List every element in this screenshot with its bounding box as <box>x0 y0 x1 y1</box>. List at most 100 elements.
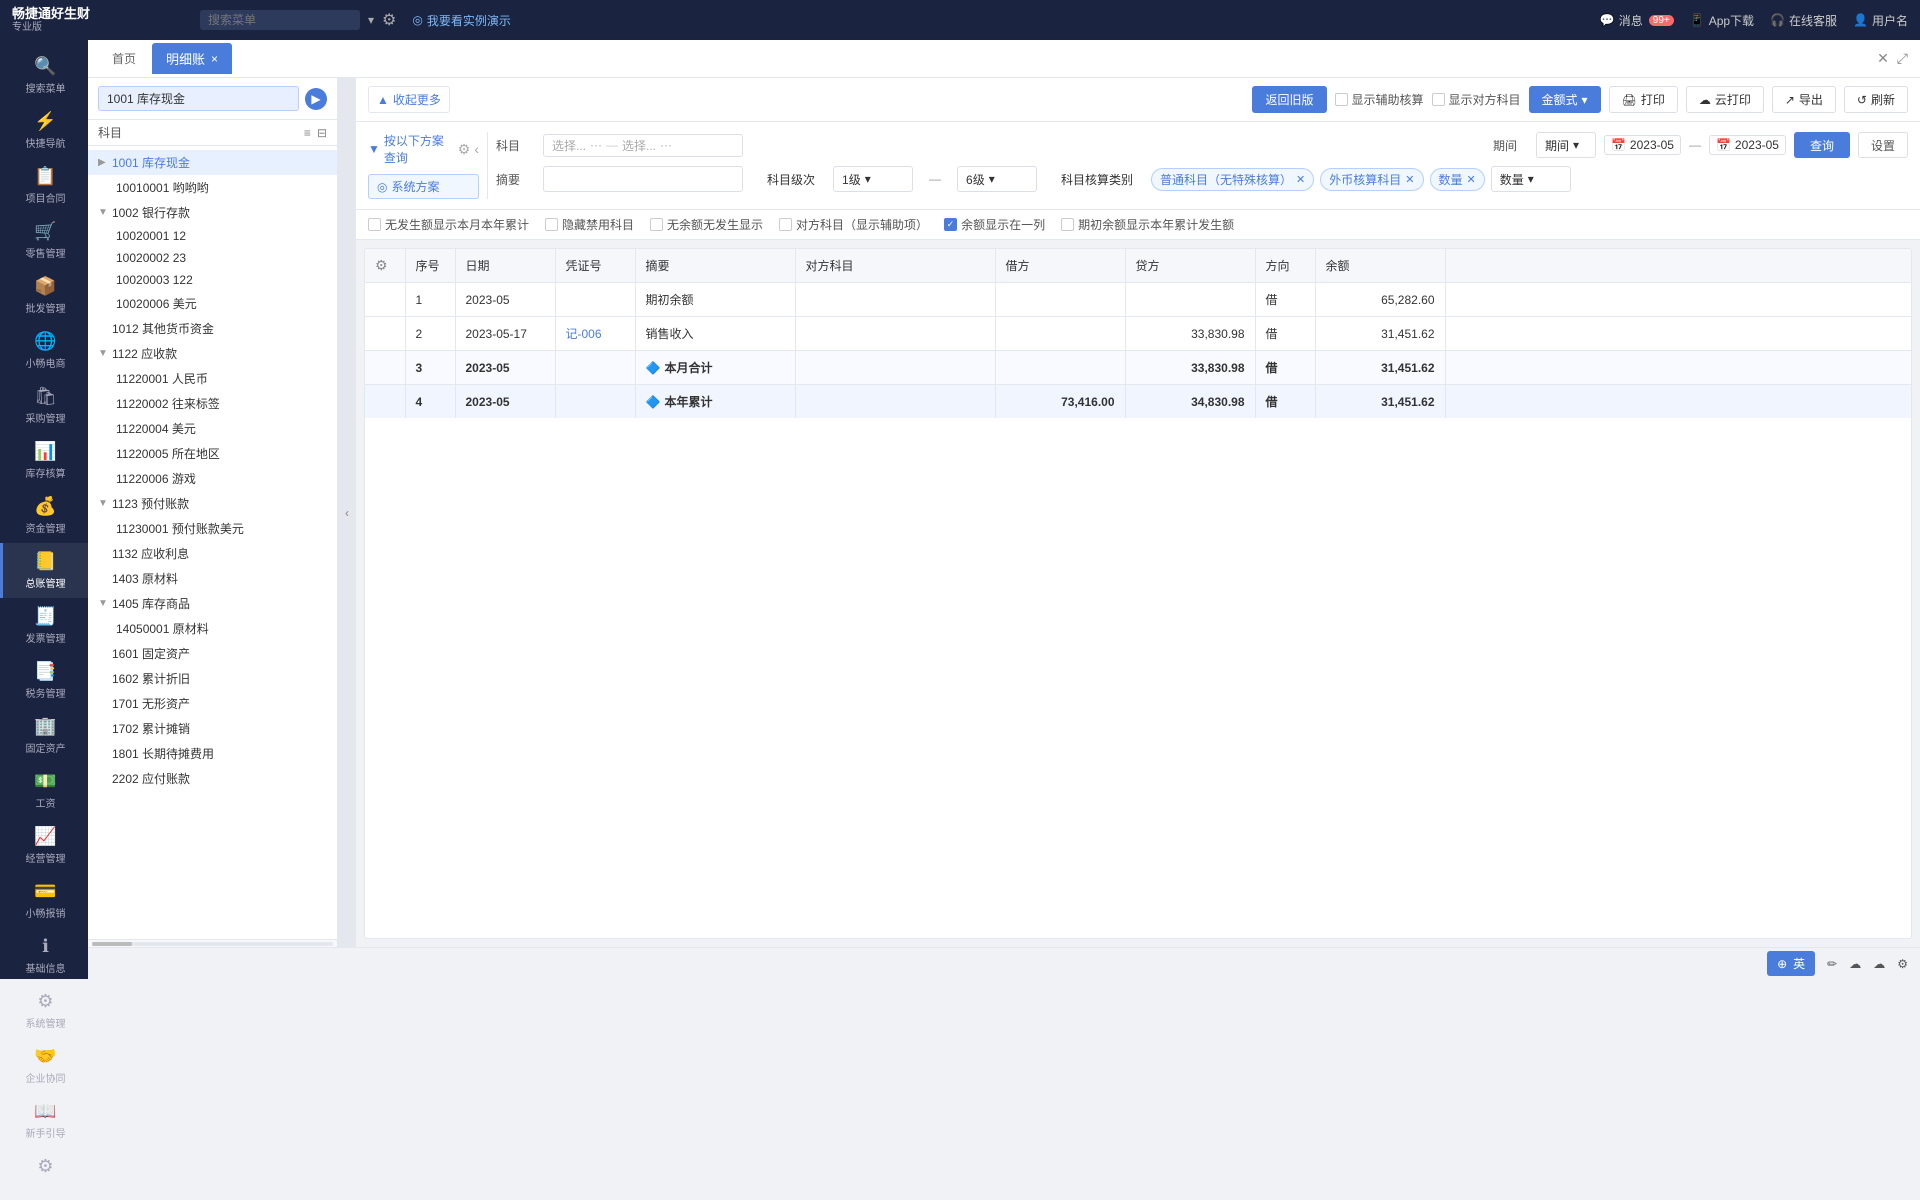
sidebar-item-base[interactable]: ℹ 基础信息 <box>0 928 88 983</box>
sidebar-item-project[interactable]: 📋 项目合同 <box>0 158 88 213</box>
amount-mode-btn[interactable]: 金额式 ▾ <box>1529 86 1601 113</box>
edit-icon-bar[interactable]: ✏ <box>1827 957 1837 971</box>
period-end-input[interactable]: 📅 2023-05 <box>1709 135 1786 155</box>
sidebar-item-guide[interactable]: 📖 新手引导 <box>19 1093 70 1148</box>
return-old-btn[interactable]: 返回旧版 <box>1252 86 1326 113</box>
tree-item-1001[interactable]: ▶ 1001 库存现金 <box>88 150 337 175</box>
sidebar-item-operations[interactable]: 📈 经营管理 <box>0 818 88 873</box>
aux-checkbox[interactable] <box>1335 93 1348 106</box>
tab-close-icon[interactable]: × <box>211 52 218 66</box>
period-start-input[interactable]: 📅 2023-05 <box>1604 135 1681 155</box>
contra-show-box[interactable] <box>779 218 792 231</box>
tag-2-remove[interactable]: ✕ <box>1405 173 1414 186</box>
tab-home[interactable]: 首页 <box>100 44 148 73</box>
filter-left-arrow-icon[interactable]: ‹ <box>474 141 479 157</box>
window-close-icon[interactable]: ✕ <box>1877 50 1889 67</box>
no-occurrence-box[interactable] <box>368 218 381 231</box>
quantity-dropdown[interactable]: 数量 ▾ <box>1491 166 1571 192</box>
level-from-select[interactable]: 1级 ▾ <box>833 166 913 192</box>
cloud-print-btn[interactable]: ☁ 云打印 <box>1686 86 1764 113</box>
user-avatar[interactable]: 👤 用户名 <box>1853 12 1908 29</box>
tree-item-11220004[interactable]: 11220004 美元 <box>88 416 337 441</box>
sidebar-item-enterprise[interactable]: 🤝 企业协同 <box>0 1038 88 1093</box>
filter-settings-icon[interactable]: ⚙ <box>458 141 471 158</box>
period-mode-select[interactable]: 期间 ▾ <box>1536 132 1596 158</box>
sidebar-item-wholesale[interactable]: 📦 批发管理 <box>0 268 88 323</box>
balance-one-col-box[interactable]: ✓ <box>944 218 957 231</box>
tree-item-10010001[interactable]: 10010001 哟哟哟 <box>88 175 337 200</box>
online-service-btn[interactable]: 🎧 在线客服 <box>1770 12 1837 29</box>
refresh-btn[interactable]: ↺ 刷新 <box>1844 86 1908 113</box>
no-balance-check[interactable]: 无余额无发生显示 <box>650 216 763 233</box>
sidebar-item-asset[interactable]: 🏢 固定资产 <box>0 708 88 763</box>
tree-item-1405[interactable]: ▼ 1405 库存商品 <box>88 591 337 616</box>
tree-item-10020003[interactable]: 10020003 122 <box>88 269 337 291</box>
sidebar-item-inventory[interactable]: 📊 库存核算 <box>0 433 88 488</box>
summary-input[interactable] <box>543 166 743 192</box>
tree-item-1702[interactable]: 1702 累计摊销 <box>88 716 337 741</box>
tree-item-1403[interactable]: 1403 原材料 <box>88 566 337 591</box>
message-btn[interactable]: 💬 消息 99+ <box>1600 12 1674 29</box>
navigate-arrow[interactable]: ▶ <box>305 88 327 110</box>
balance-one-col-check[interactable]: ✓ 余额显示在一列 <box>944 216 1045 233</box>
dropdown-icon[interactable]: ▾ <box>368 13 374 27</box>
tree-item-1012[interactable]: 1012 其他货币资金 <box>88 316 337 341</box>
tree-item-1601[interactable]: 1601 固定资产 <box>88 641 337 666</box>
tree-item-11220006[interactable]: 11220006 游戏 <box>88 466 337 491</box>
voucher-link-2[interactable]: 记-006 <box>566 327 602 341</box>
tab-ledger-detail[interactable]: 明细账 × <box>152 43 232 74</box>
panel-toggle[interactable]: ‹ <box>338 78 356 947</box>
sidebar-item-search[interactable]: 🔍 搜索菜单 <box>0 48 88 103</box>
sidebar-item-ecommerce[interactable]: 🌐 小畅电商 <box>0 323 88 378</box>
export-btn[interactable]: ↗ 导出 <box>1772 86 1836 113</box>
tree-item-11220001[interactable]: 11220001 人民币 <box>88 366 337 391</box>
system-scheme-btn[interactable]: ◎ 系统方案 <box>368 174 479 199</box>
print-btn[interactable]: 🖨 打印 <box>1609 86 1678 113</box>
tree-item-11230001[interactable]: 11230001 预付账款美元 <box>88 516 337 541</box>
no-occurrence-check[interactable]: 无发生额显示本月本年累计 <box>368 216 529 233</box>
collapse-tree-icon[interactable]: ⊟ <box>317 126 327 140</box>
tree-item-10020002[interactable]: 10020002 23 <box>88 247 337 269</box>
sidebar-item-tax[interactable]: 📑 税务管理 <box>0 653 88 708</box>
contra-checkbox[interactable] <box>1432 93 1445 106</box>
translate-btn[interactable]: ⊕ 英 <box>1767 951 1815 976</box>
tree-item-1602[interactable]: 1602 累计折旧 <box>88 666 337 691</box>
settings-icon-bar[interactable]: ⚙ <box>1897 957 1908 971</box>
table-settings-icon[interactable]: ⚙ <box>375 257 388 273</box>
app-download-btn[interactable]: 📱 App下载 <box>1690 12 1754 29</box>
tree-item-1132[interactable]: 1132 应收利息 <box>88 541 337 566</box>
tree-item-1002[interactable]: ▼ 1002 银行存款 <box>88 200 337 225</box>
tree-item-11220005[interactable]: 11220005 所在地区 <box>88 441 337 466</box>
tree-item-1122[interactable]: ▼ 1122 应收款 <box>88 341 337 366</box>
initial-amount-check[interactable]: 期初余额显示本年累计发生额 <box>1061 216 1234 233</box>
subject-select[interactable]: 选择... ··· — 选择... ··· <box>543 134 743 157</box>
query-btn[interactable]: 查询 <box>1794 132 1850 158</box>
tree-item-11220002[interactable]: 11220002 往来标签 <box>88 391 337 416</box>
sidebar-item-invoice[interactable]: 🧾 发票管理 <box>0 598 88 653</box>
tree-item-1701[interactable]: 1701 无形资产 <box>88 691 337 716</box>
no-balance-box[interactable] <box>650 218 663 231</box>
scrollbar-thumb[interactable] <box>92 942 132 946</box>
demo-link[interactable]: ◎ 我要看实例演示 <box>412 12 511 29</box>
filter-collapse-text[interactable]: 按以下方案查询 <box>384 132 450 166</box>
initial-amount-box[interactable] <box>1061 218 1074 231</box>
hide-disabled-check[interactable]: 隐藏禁用科目 <box>545 216 634 233</box>
window-max-icon[interactable]: ⤢ <box>1897 50 1908 67</box>
hide-disabled-box[interactable] <box>545 218 558 231</box>
sidebar-item-ledger[interactable]: 📒 总账管理 <box>0 543 88 598</box>
sidebar-item-fund[interactable]: 💰 资金管理 <box>0 488 88 543</box>
sidebar-item-system[interactable]: ⚙ 系统管理 <box>0 983 88 1038</box>
sidebar-item-salary[interactable]: 💵 工资 <box>0 763 88 818</box>
sidebar-item-xc-sales[interactable]: 💳 小畅报销 <box>0 873 88 928</box>
level-to-select[interactable]: 6级 ▾ <box>957 166 1037 192</box>
list-icon[interactable]: ≡ <box>304 126 311 140</box>
setup-btn[interactable]: 设置 <box>1858 132 1908 158</box>
tree-item-1123[interactable]: ▼ 1123 预付账款 <box>88 491 337 516</box>
sidebar-item-settings-bottom[interactable]: ⚙ <box>19 1148 70 1188</box>
quantity-tag-remove[interactable]: ✕ <box>1467 173 1476 186</box>
sidebar-item-purchase[interactable]: 🛍 采购管理 <box>0 378 88 433</box>
selected-account-display[interactable]: 1001 库存现金 <box>98 86 299 111</box>
show-contra-check[interactable]: 显示对方科目 <box>1432 91 1521 108</box>
tag-1-remove[interactable]: ✕ <box>1296 173 1305 186</box>
sidebar-item-quick-nav[interactable]: ⚡ 快捷导航 <box>0 103 88 158</box>
